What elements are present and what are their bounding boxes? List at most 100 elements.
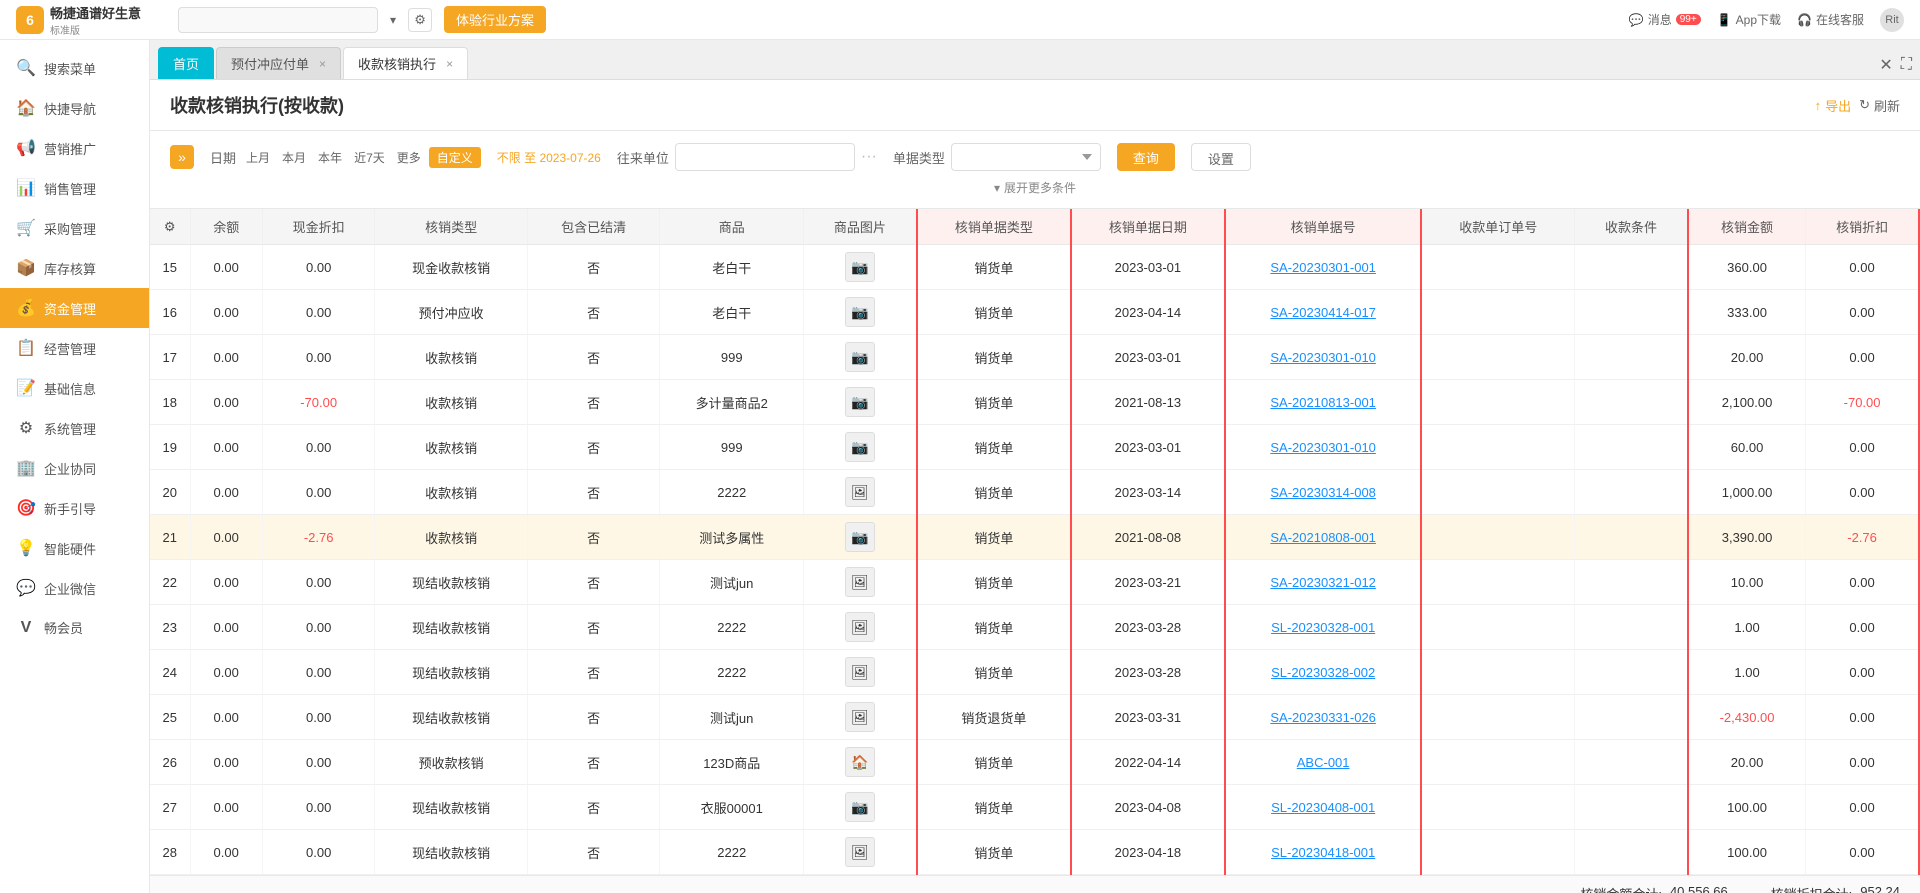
notification-button[interactable]: 💬 消息 99+ bbox=[1629, 11, 1701, 28]
filter-group-date: 日期 上月 本月 本年 近7天 更多 自定义 bbox=[210, 147, 481, 168]
td-no: 18 bbox=[150, 380, 190, 425]
td-bill-no[interactable]: SA-20230331-026 bbox=[1225, 695, 1421, 740]
sidebar-item-hardware[interactable]: 💡 智能硬件 bbox=[0, 528, 149, 568]
sidebar-item-sales[interactable]: 📊 销售管理 bbox=[0, 168, 149, 208]
bill-no-link[interactable]: SL-20230408-001 bbox=[1271, 800, 1375, 815]
td-bill-no[interactable]: SA-20230414-017 bbox=[1225, 290, 1421, 335]
sidebar-item-guide[interactable]: 🎯 新手引导 bbox=[0, 488, 149, 528]
filter-group-billtype: 单据类型 bbox=[893, 143, 1101, 171]
td-cash-discount: 0.00 bbox=[262, 740, 374, 785]
bill-no-link[interactable]: SA-20230301-010 bbox=[1270, 440, 1376, 455]
bill-no-link[interactable]: SA-20210808-001 bbox=[1270, 530, 1376, 545]
sidebar-item-label: 采购管理 bbox=[44, 219, 96, 238]
date-opt-more[interactable]: 更多 bbox=[393, 147, 425, 168]
sidebar-item-finance[interactable]: 💰 资金管理 bbox=[0, 288, 149, 328]
industry-button[interactable]: 体验行业方案 bbox=[444, 6, 546, 33]
td-bill-no[interactable]: SA-20230321-012 bbox=[1225, 560, 1421, 605]
td-receipt-order-no bbox=[1421, 785, 1574, 830]
sidebar-item-collab[interactable]: 🏢 企业协同 bbox=[0, 448, 149, 488]
th-settings[interactable]: ⚙ bbox=[150, 209, 190, 245]
td-bill-no[interactable]: SA-20230301-010 bbox=[1225, 425, 1421, 470]
td-bill-no[interactable]: SL-20230418-001 bbox=[1225, 830, 1421, 875]
export-button[interactable]: ↑ 导出 bbox=[1815, 96, 1852, 115]
td-bill-date: 2023-03-31 bbox=[1071, 695, 1225, 740]
expand-conditions-button[interactable]: ▾ 展开更多条件 bbox=[994, 179, 1076, 196]
bill-no-link[interactable]: SA-20230331-026 bbox=[1270, 710, 1376, 725]
online-service-button[interactable]: 🎧 在线客服 bbox=[1797, 11, 1864, 28]
td-bill-no[interactable]: SA-20210808-001 bbox=[1225, 515, 1421, 560]
table-row: 15 0.00 0.00 现金收款核销 否 老白干 📷 销货单 2023-03-… bbox=[150, 245, 1919, 290]
td-bill-no[interactable]: SA-20230301-001 bbox=[1225, 245, 1421, 290]
td-goods: 老白干 bbox=[660, 290, 804, 335]
td-bill-type: 销货单 bbox=[917, 335, 1071, 380]
sidebar-item-inventory[interactable]: 📦 库存核算 bbox=[0, 248, 149, 288]
td-verify-discount: -70.00 bbox=[1806, 380, 1919, 425]
td-bill-no[interactable]: SL-20230408-001 bbox=[1225, 785, 1421, 830]
refresh-button[interactable]: ↻ 刷新 bbox=[1859, 96, 1900, 115]
td-bill-no[interactable]: SA-20210813-001 bbox=[1225, 380, 1421, 425]
tab-verify[interactable]: 收款核销执行 × bbox=[343, 47, 468, 79]
td-bill-date: 2023-03-28 bbox=[1071, 650, 1225, 695]
sidebar-item-purchase[interactable]: 🛒 采购管理 bbox=[0, 208, 149, 248]
td-verify-discount: 0.00 bbox=[1806, 785, 1919, 830]
from-unit-input[interactable] bbox=[675, 143, 855, 171]
bill-no-link[interactable]: SA-20230301-010 bbox=[1270, 350, 1376, 365]
sidebar-item-member[interactable]: V 畅会员 bbox=[0, 608, 149, 647]
td-bill-no[interactable]: SL-20230328-002 bbox=[1225, 650, 1421, 695]
bill-no-link[interactable]: SL-20230328-001 bbox=[1271, 620, 1375, 635]
app-download-button[interactable]: 📱 App下载 bbox=[1717, 11, 1781, 28]
sidebar-item-business[interactable]: 📋 经营管理 bbox=[0, 328, 149, 368]
bill-no-link[interactable]: SA-20230414-017 bbox=[1270, 305, 1376, 320]
sidebar-item-marketing[interactable]: 📢 营销推广 bbox=[0, 128, 149, 168]
sidebar-item-basicinfo[interactable]: 📝 基础信息 bbox=[0, 368, 149, 408]
bill-no-link[interactable]: SA-20210813-001 bbox=[1270, 395, 1376, 410]
filter-toggle-button[interactable]: » bbox=[170, 145, 194, 169]
sidebar-item-search[interactable]: 🔍 搜索菜单 bbox=[0, 48, 149, 88]
sidebar-item-wechat[interactable]: 💬 企业微信 bbox=[0, 568, 149, 608]
td-bill-no[interactable]: SA-20230301-010 bbox=[1225, 335, 1421, 380]
tab-prepay[interactable]: 预付冲应付单 × bbox=[216, 47, 341, 79]
td-no: 23 bbox=[150, 605, 190, 650]
bill-no-link[interactable]: SA-20230301-001 bbox=[1270, 260, 1376, 275]
gear-button[interactable]: ⚙ bbox=[408, 8, 432, 32]
tab-home[interactable]: 首页 bbox=[158, 47, 214, 79]
td-bill-date: 2023-03-01 bbox=[1071, 335, 1225, 380]
tab-prepay-close[interactable]: × bbox=[319, 57, 326, 71]
bill-no-link[interactable]: SA-20230314-008 bbox=[1270, 485, 1376, 500]
query-button[interactable]: 查询 bbox=[1117, 143, 1175, 171]
td-bill-no[interactable]: ABC-001 bbox=[1225, 740, 1421, 785]
table-row: 18 0.00 -70.00 收款核销 否 多计量商品2 📷 销货单 2021-… bbox=[150, 380, 1919, 425]
bill-no-link[interactable]: SL-20230418-001 bbox=[1271, 845, 1375, 860]
bill-type-select[interactable] bbox=[951, 143, 1101, 171]
td-include-settled: 否 bbox=[527, 515, 660, 560]
main-table: ⚙ 余额 现金折扣 核销类型 包含已结清 商品 商品图片 核销单据类型 核销单据… bbox=[150, 209, 1920, 875]
th-cash-discount: 现金折扣 bbox=[262, 209, 374, 245]
sidebar-item-quicknav[interactable]: 🏠 快捷导航 bbox=[0, 88, 149, 128]
tab-maximize-button[interactable]: ⛶ bbox=[1901, 56, 1912, 74]
sidebar-item-system[interactable]: ⚙ 系统管理 bbox=[0, 408, 149, 448]
td-receipt-order-no bbox=[1421, 695, 1574, 740]
tab-close-window-button[interactable]: ✕ bbox=[1879, 55, 1892, 75]
dropdown-chevron[interactable]: ▾ bbox=[390, 13, 396, 27]
bill-no-link[interactable]: ABC-001 bbox=[1297, 755, 1350, 770]
top-search[interactable] bbox=[178, 7, 378, 33]
td-goods-img: 📷 bbox=[804, 515, 917, 560]
column-settings-icon[interactable]: ⚙ bbox=[164, 219, 176, 234]
td-bill-no[interactable]: SA-20230314-008 bbox=[1225, 470, 1421, 515]
app-label: App下载 bbox=[1736, 11, 1781, 28]
td-bill-no[interactable]: SL-20230328-001 bbox=[1225, 605, 1421, 650]
table-row: 21 0.00 -2.76 收款核销 否 测试多属性 📷 销货单 2021-08… bbox=[150, 515, 1919, 560]
date-custom-button[interactable]: 自定义 bbox=[429, 147, 481, 168]
date-opt-7days[interactable]: 近7天 bbox=[350, 147, 389, 168]
bill-no-link[interactable]: SA-20230321-012 bbox=[1270, 575, 1376, 590]
settings-button[interactable]: 设置 bbox=[1191, 143, 1251, 171]
tab-verify-close[interactable]: × bbox=[446, 57, 453, 71]
sidebar-item-label: 销售管理 bbox=[44, 179, 96, 198]
sidebar-item-label: 智能硬件 bbox=[44, 539, 96, 558]
date-opt-thismonth[interactable]: 本月 bbox=[278, 147, 310, 168]
date-opt-thisyear[interactable]: 本年 bbox=[314, 147, 346, 168]
date-opt-lastmonth[interactable]: 上月 bbox=[242, 147, 274, 168]
td-bill-type: 销货单 bbox=[917, 425, 1071, 470]
bill-no-link[interactable]: SL-20230328-002 bbox=[1271, 665, 1375, 680]
user-avatar[interactable]: Rit bbox=[1880, 8, 1904, 32]
